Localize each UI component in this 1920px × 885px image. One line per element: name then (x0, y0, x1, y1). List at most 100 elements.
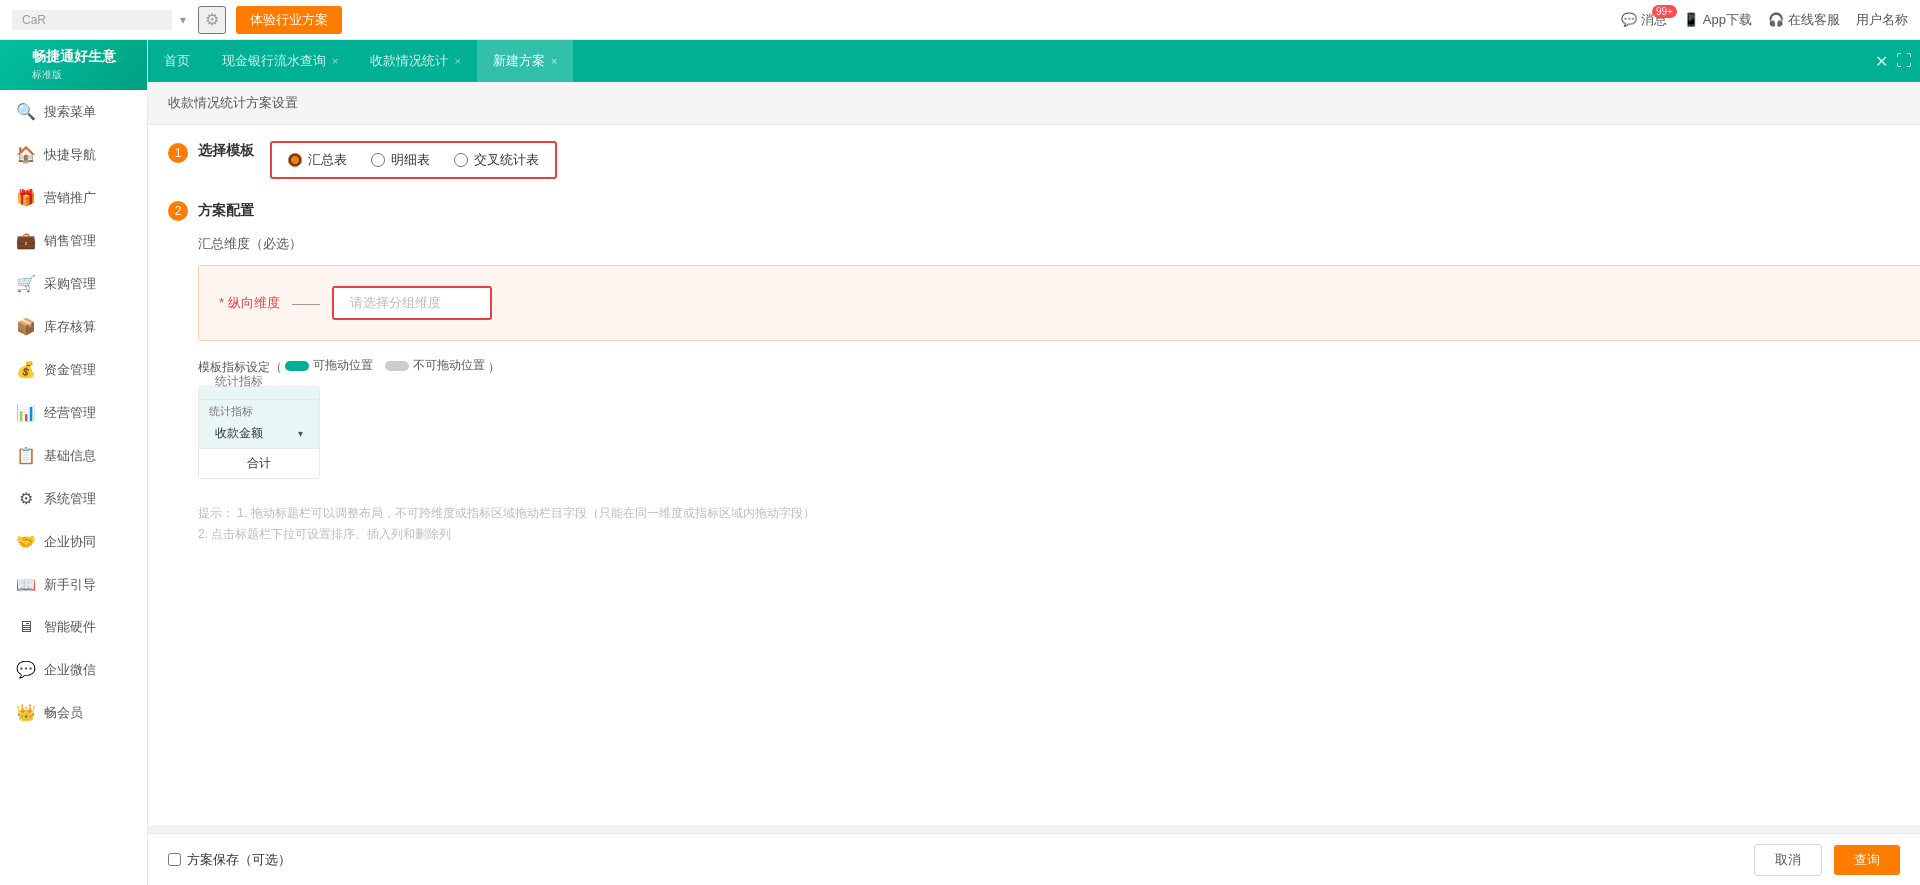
page-content: 收款情况统计方案设置 1 选择模板 汇总表 (148, 82, 1920, 885)
radio-detail-label: 明细表 (391, 151, 430, 169)
tab-label-0: 首页 (164, 52, 190, 70)
page-inner: 收款情况统计方案设置 1 选择模板 汇总表 (148, 82, 1920, 825)
metrics-header: 模板指标设定（ 可拖动位置 不可拖动位置 (198, 357, 1920, 376)
sidebar-nav: 🔍 搜索菜单 🏠 快捷导航 🎁 营销推广 💼 销售管理 🛒 采购管理 📦 库存核… (0, 90, 147, 885)
download-action[interactable]: 📱 App下载 (1683, 11, 1752, 29)
download-label: App下载 (1703, 11, 1752, 29)
sidebar-item-7[interactable]: 📊 经营管理 (0, 391, 147, 434)
metrics-col-header: 统计指标 (199, 387, 319, 400)
logo-sub: 标准版 (32, 68, 116, 82)
logo-area: 畅捷通好生意 标准版 (0, 40, 147, 90)
query-button[interactable]: 查询 (1834, 845, 1900, 875)
no-drag-dot (385, 361, 409, 371)
message-icon: 💬 (1621, 12, 1637, 27)
sidebar-icon-7: 📊 (16, 403, 36, 422)
close-window-icon[interactable]: ✕ (1875, 52, 1888, 71)
col1-chevron-icon[interactable]: ▾ (298, 428, 303, 439)
sidebar-label-12: 智能硬件 (44, 618, 96, 636)
sidebar-label-2: 营销推广 (44, 189, 96, 207)
main-layout: 畅捷通好生意 标准版 🔍 搜索菜单 🏠 快捷导航 🎁 营销推广 💼 销售管理 🛒… (0, 40, 1920, 885)
tab-label-2: 收款情况统计 (370, 52, 448, 70)
col1-cell: 合计 (199, 449, 319, 478)
tab-1[interactable]: 现金银行流水查询 × (206, 40, 354, 82)
service-action[interactable]: 🎧 在线客服 (1768, 11, 1840, 29)
cancel-button[interactable]: 取消 (1754, 844, 1822, 876)
sidebar-item-10[interactable]: 🤝 企业协同 (0, 520, 147, 563)
tip-1: 提示： 1. 拖动标题栏可以调整布局，不可跨维度或指标区域拖动栏目字段（只能在同… (198, 503, 1920, 525)
tab-3[interactable]: 新建方案 × (477, 40, 573, 82)
tab-close-3[interactable]: × (551, 55, 557, 67)
stat-header-label: 统计指标 (199, 400, 319, 419)
stat-label: 统计指标 (215, 373, 263, 390)
sidebar-item-1[interactable]: 🏠 快捷导航 (0, 133, 147, 176)
sidebar-item-2[interactable]: 🎁 营销推广 (0, 176, 147, 219)
sidebar-icon-0: 🔍 (16, 102, 36, 121)
sidebar-item-8[interactable]: 📋 基础信息 (0, 434, 147, 477)
sidebar-item-11[interactable]: 📖 新手引导 (0, 563, 147, 606)
sidebar-item-3[interactable]: 💼 销售管理 (0, 219, 147, 262)
radio-summary-input[interactable] (288, 153, 302, 167)
radio-cross-input[interactable] (454, 153, 468, 167)
radio-cross[interactable]: 交叉统计表 (454, 151, 539, 169)
gear-button[interactable]: ⚙ (198, 6, 226, 34)
header-right: 💬 消息 99+ 📱 App下载 🎧 在线客服 用户名称 (1621, 11, 1908, 29)
header-left: CaR ▾ ⚙ 体验行业方案 (12, 6, 1621, 34)
col1-header-row: 收款金额 ▾ (199, 419, 319, 449)
sidebar-item-6[interactable]: 💰 资金管理 (0, 348, 147, 391)
no-draggable-label: 不可拖动位置 (413, 357, 485, 374)
sidebar-icon-13: 💬 (16, 660, 36, 679)
top-header: CaR ▾ ⚙ 体验行业方案 💬 消息 99+ 📱 App下载 🎧 在线客服 用… (0, 0, 1920, 40)
maximize-icon[interactable]: ⛶ (1896, 52, 1912, 70)
user-area: 用户名称 (1856, 11, 1908, 29)
radio-cross-label: 交叉统计表 (474, 151, 539, 169)
user-name: 用户名称 (1856, 12, 1908, 27)
tab-2[interactable]: 收款情况统计 × (354, 40, 476, 82)
sidebar-item-13[interactable]: 💬 企业微信 (0, 648, 147, 691)
industry-button[interactable]: 体验行业方案 (236, 6, 342, 34)
tab-bar-actions: ✕ ⛶ (1875, 40, 1920, 82)
dimension-area: * 纵向维度 —— 请选择分组维度 (198, 265, 1920, 341)
sidebar-label-10: 企业协同 (44, 533, 96, 551)
template-options: 汇总表 明细表 交叉统计表 (270, 141, 557, 179)
save-option[interactable]: 方案保存（可选） (168, 851, 291, 869)
service-label: 在线客服 (1788, 11, 1840, 29)
sidebar-item-0[interactable]: 🔍 搜索菜单 (0, 90, 147, 133)
sidebar-label-6: 资金管理 (44, 361, 96, 379)
step1-label: 选择模板 (198, 142, 254, 160)
breadcrumb-dropdown-icon[interactable]: ▾ (180, 13, 186, 27)
notification-area[interactable]: 💬 消息 99+ (1621, 11, 1667, 29)
tab-close-2[interactable]: × (454, 55, 460, 67)
step2-row: 2 方案配置 汇总维度（必选） * 纵向维度 —— (168, 199, 1900, 546)
radio-detail[interactable]: 明细表 (371, 151, 430, 169)
download-icon: 📱 (1683, 12, 1699, 27)
logo-text: 畅捷通好生意 (32, 48, 116, 66)
sidebar-label-1: 快捷导航 (44, 146, 96, 164)
notification-badge: 99+ (1652, 5, 1677, 18)
sidebar-item-12[interactable]: 🖥 智能硬件 (0, 606, 147, 648)
tab-0[interactable]: 首页 (148, 40, 206, 82)
sidebar-label-14: 畅会员 (44, 704, 83, 722)
draggable-label: 可拖动位置 (313, 357, 373, 374)
content-area: 首页现金银行流水查询 ×收款情况统计 ×新建方案 × ✕ ⛶ 收款情况统计方案设… (148, 40, 1920, 885)
sidebar-item-9[interactable]: ⚙ 系统管理 (0, 477, 147, 520)
radio-detail-input[interactable] (371, 153, 385, 167)
sidebar-item-14[interactable]: 👑 畅会员 (0, 691, 147, 734)
dim-input[interactable]: 请选择分组维度 (332, 286, 492, 320)
sidebar-item-4[interactable]: 🛒 采购管理 (0, 262, 147, 305)
sidebar-icon-2: 🎁 (16, 188, 36, 207)
sidebar-label-13: 企业微信 (44, 661, 96, 679)
sidebar-icon-9: ⚙ (16, 489, 36, 508)
tab-close-1[interactable]: × (332, 55, 338, 67)
sidebar-label-9: 系统管理 (44, 490, 96, 508)
radio-summary-label: 汇总表 (308, 151, 347, 169)
radio-summary[interactable]: 汇总表 (288, 151, 347, 169)
bottom-bar: 方案保存（可选） 取消 查询 (148, 833, 1920, 885)
tip-2: 2. 点击标题栏下拉可设置排序、插入列和删除列 (198, 524, 1920, 546)
section-main: 1 选择模板 汇总表 明细表 (148, 125, 1920, 582)
sidebar-icon-3: 💼 (16, 231, 36, 250)
sidebar-label-0: 搜索菜单 (44, 103, 96, 121)
save-checkbox[interactable] (168, 853, 181, 866)
dimension-title: 汇总维度（必选） (198, 235, 1920, 253)
drag-dot (285, 361, 309, 371)
sidebar-item-5[interactable]: 📦 库存核算 (0, 305, 147, 348)
